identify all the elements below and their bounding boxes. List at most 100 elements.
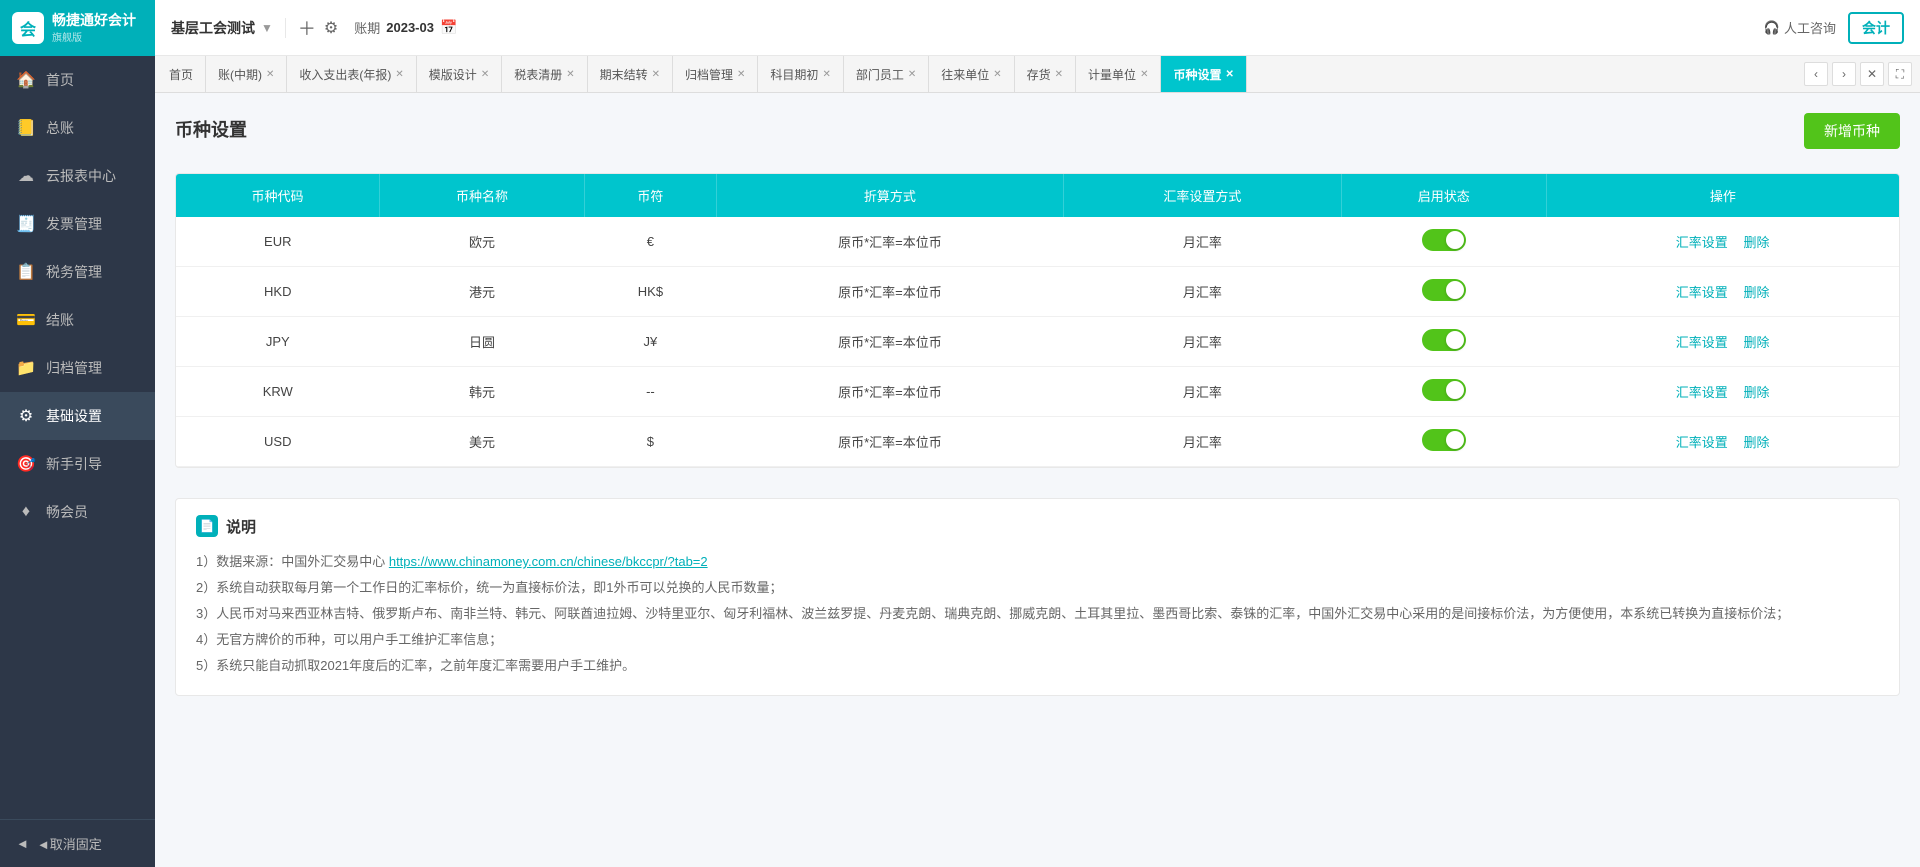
tab-[interactable]: 首页 bbox=[157, 56, 206, 92]
sidebar-label-reports: 云报表中心 bbox=[46, 166, 116, 186]
currency-table: 币种代码币种名称币符折算方式汇率设置方式启用状态操作 EUR 欧元 € 原币*汇… bbox=[176, 174, 1899, 467]
tab-[interactable]: 期末结转✕ bbox=[588, 56, 673, 92]
toggle-switch[interactable] bbox=[1422, 379, 1466, 401]
tab-[interactable]: 科目期初✕ bbox=[758, 56, 843, 92]
toggle-switch[interactable] bbox=[1422, 429, 1466, 451]
topbar-project[interactable]: 基层工会测试 ▼ bbox=[171, 18, 273, 38]
tab-[interactable]: 归档管理✕ bbox=[673, 56, 758, 92]
tab-close-icon[interactable]: ✕ bbox=[822, 69, 830, 80]
rate-type: 月汇率 bbox=[1063, 317, 1341, 367]
add-tab-button[interactable]: ＋ bbox=[298, 15, 316, 41]
calc-method: 原币*汇率=本位币 bbox=[716, 217, 1063, 267]
notes-link[interactable]: https://www.chinamoney.com.cn/chinese/bk… bbox=[389, 554, 708, 569]
tab-[interactable]: 存货✕ bbox=[1015, 56, 1076, 92]
toggle-track[interactable] bbox=[1422, 329, 1466, 351]
tab-close-icon[interactable]: ✕ bbox=[908, 69, 916, 80]
notes-item-3: 3）人民币对马来西亚林吉特、俄罗斯卢布、南非兰特、韩元、阿联酋迪拉姆、沙特里亚尔… bbox=[196, 601, 1879, 627]
toggle-track[interactable] bbox=[1422, 379, 1466, 401]
sidebar-item-reports[interactable]: ☁ 云报表中心 bbox=[0, 152, 155, 200]
archive-icon: 📁 bbox=[16, 358, 36, 378]
tab-[interactable]: 税表清册✕ bbox=[502, 56, 587, 92]
tab-[interactable]: 模版设计✕ bbox=[417, 56, 502, 92]
tab-[interactable]: 收入支出表(年报)✕ bbox=[287, 56, 416, 92]
sidebar-item-home[interactable]: 🏠 首页 bbox=[0, 56, 155, 104]
calendar-icon[interactable]: 📅 bbox=[440, 19, 457, 36]
delete-link[interactable]: 删除 bbox=[1743, 235, 1769, 250]
sidebar-item-settle[interactable]: 💳 结账 bbox=[0, 296, 155, 344]
row-actions: 汇率设置 删除 bbox=[1546, 317, 1899, 367]
tab-close-icon[interactable]: ✕ bbox=[1225, 69, 1233, 80]
topbar: 基层工会测试 ▼ ＋ ⚙ 账期 2023-03 📅 🎧 人工咨询 会计 bbox=[155, 0, 1920, 56]
sidebar-item-guide[interactable]: 🎯 新手引导 bbox=[0, 440, 155, 488]
tab-close-icon[interactable]: ✕ bbox=[266, 69, 274, 80]
sidebar-item-member[interactable]: ♦ 畅会员 bbox=[0, 488, 155, 536]
settings-icon[interactable]: ⚙ bbox=[324, 18, 338, 38]
content-area: 币种设置 新增币种 币种代码币种名称币符折算方式汇率设置方式启用状态操作 EUR… bbox=[155, 93, 1920, 867]
currency-code: HKD bbox=[176, 267, 380, 317]
calc-method: 原币*汇率=本位币 bbox=[716, 417, 1063, 467]
table-col-折算方式: 折算方式 bbox=[716, 174, 1063, 217]
delete-link[interactable]: 删除 bbox=[1743, 335, 1769, 350]
tab-next-button[interactable]: › bbox=[1832, 62, 1856, 86]
tab-[interactable]: 部门员工✕ bbox=[844, 56, 929, 92]
rate-setting-link[interactable]: 汇率设置 bbox=[1676, 285, 1728, 300]
toggle-switch[interactable] bbox=[1422, 229, 1466, 251]
tab-close-all-button[interactable]: ✕ bbox=[1860, 62, 1884, 86]
tab-close-icon[interactable]: ✕ bbox=[993, 69, 1001, 80]
tab-close-icon[interactable]: ✕ bbox=[481, 69, 489, 80]
new-currency-button[interactable]: 新增币种 bbox=[1804, 113, 1900, 149]
rate-setting-link[interactable]: 汇率设置 bbox=[1676, 235, 1728, 250]
currency-symbol: HK$ bbox=[584, 267, 716, 317]
sidebar-item-settings[interactable]: ⚙ 基础设置 bbox=[0, 392, 155, 440]
tab-label: 计量单位 bbox=[1088, 66, 1136, 83]
tab-[interactable]: 账(中期)✕ bbox=[206, 56, 287, 92]
toggle-thumb bbox=[1446, 381, 1464, 399]
rate-setting-link[interactable]: 汇率设置 bbox=[1676, 385, 1728, 400]
currency-code: EUR bbox=[176, 217, 380, 267]
rate-setting-link[interactable]: 汇率设置 bbox=[1676, 435, 1728, 450]
table-header: 币种代码币种名称币符折算方式汇率设置方式启用状态操作 bbox=[176, 174, 1899, 217]
delete-link[interactable]: 删除 bbox=[1743, 435, 1769, 450]
toggle-track[interactable] bbox=[1422, 279, 1466, 301]
tab-[interactable]: 币种设置✕ bbox=[1161, 56, 1246, 92]
delete-link[interactable]: 删除 bbox=[1743, 385, 1769, 400]
sidebar-item-archive[interactable]: 📁 归档管理 bbox=[0, 344, 155, 392]
sidebar-item-tax[interactable]: 📋 税务管理 bbox=[0, 248, 155, 296]
tab-expand-button[interactable]: ⛶ bbox=[1888, 62, 1912, 86]
tab-close-icon[interactable]: ✕ bbox=[652, 69, 660, 80]
toggle-track[interactable] bbox=[1422, 429, 1466, 451]
settings-icon: ⚙ bbox=[16, 406, 36, 426]
currency-table-wrap: 币种代码币种名称币符折算方式汇率设置方式启用状态操作 EUR 欧元 € 原币*汇… bbox=[175, 173, 1900, 468]
table-row: JPY 日圆 J¥ 原币*汇率=本位币 月汇率 汇率设置 删除 bbox=[176, 317, 1899, 367]
sidebar-item-invoice[interactable]: 🧾 发票管理 bbox=[0, 200, 155, 248]
table-row: USD 美元 $ 原币*汇率=本位币 月汇率 汇率设置 删除 bbox=[176, 417, 1899, 467]
toggle-switch[interactable] bbox=[1422, 329, 1466, 351]
tab-[interactable]: 往来单位✕ bbox=[929, 56, 1014, 92]
page-header-row: 币种设置 新增币种 bbox=[175, 113, 1900, 161]
sidebar-label-home: 首页 bbox=[46, 70, 74, 90]
tab-close-icon[interactable]: ✕ bbox=[1140, 69, 1148, 80]
sidebar-item-ledger[interactable]: 📒 总账 bbox=[0, 104, 155, 152]
tab-close-icon[interactable]: ✕ bbox=[395, 69, 403, 80]
tab-close-icon[interactable]: ✕ bbox=[566, 69, 574, 80]
sidebar-footer[interactable]: ◄ ◄取消固定 bbox=[0, 819, 155, 867]
table-col-启用状态: 启用状态 bbox=[1341, 174, 1546, 217]
toggle-track[interactable] bbox=[1422, 229, 1466, 251]
currency-symbol: € bbox=[584, 217, 716, 267]
tab-prev-button[interactable]: ‹ bbox=[1804, 62, 1828, 86]
rate-setting-link[interactable]: 汇率设置 bbox=[1676, 335, 1728, 350]
tab-close-icon[interactable]: ✕ bbox=[1055, 69, 1063, 80]
settle-icon: 💳 bbox=[16, 310, 36, 330]
currency-code: USD bbox=[176, 417, 380, 467]
help-button[interactable]: 🎧 人工咨询 bbox=[1764, 18, 1836, 37]
accounting-button[interactable]: 会计 bbox=[1848, 12, 1904, 44]
sidebar-label-invoice: 发票管理 bbox=[46, 214, 102, 234]
tab-close-icon[interactable]: ✕ bbox=[737, 69, 745, 80]
delete-link[interactable]: 删除 bbox=[1743, 285, 1769, 300]
logo-text: 畅捷通好会计 bbox=[52, 12, 136, 29]
table-body: EUR 欧元 € 原币*汇率=本位币 月汇率 汇率设置 删除 HKD 港元 HK… bbox=[176, 217, 1899, 467]
toggle-switch[interactable] bbox=[1422, 279, 1466, 301]
sidebar-nav: 🏠 首页📒 总账☁ 云报表中心🧾 发票管理📋 税务管理💳 结账📁 归档管理⚙ 基… bbox=[0, 56, 155, 819]
tab-[interactable]: 计量单位 ✕ bbox=[1076, 56, 1161, 92]
dropdown-arrow-icon: ▼ bbox=[261, 21, 273, 35]
